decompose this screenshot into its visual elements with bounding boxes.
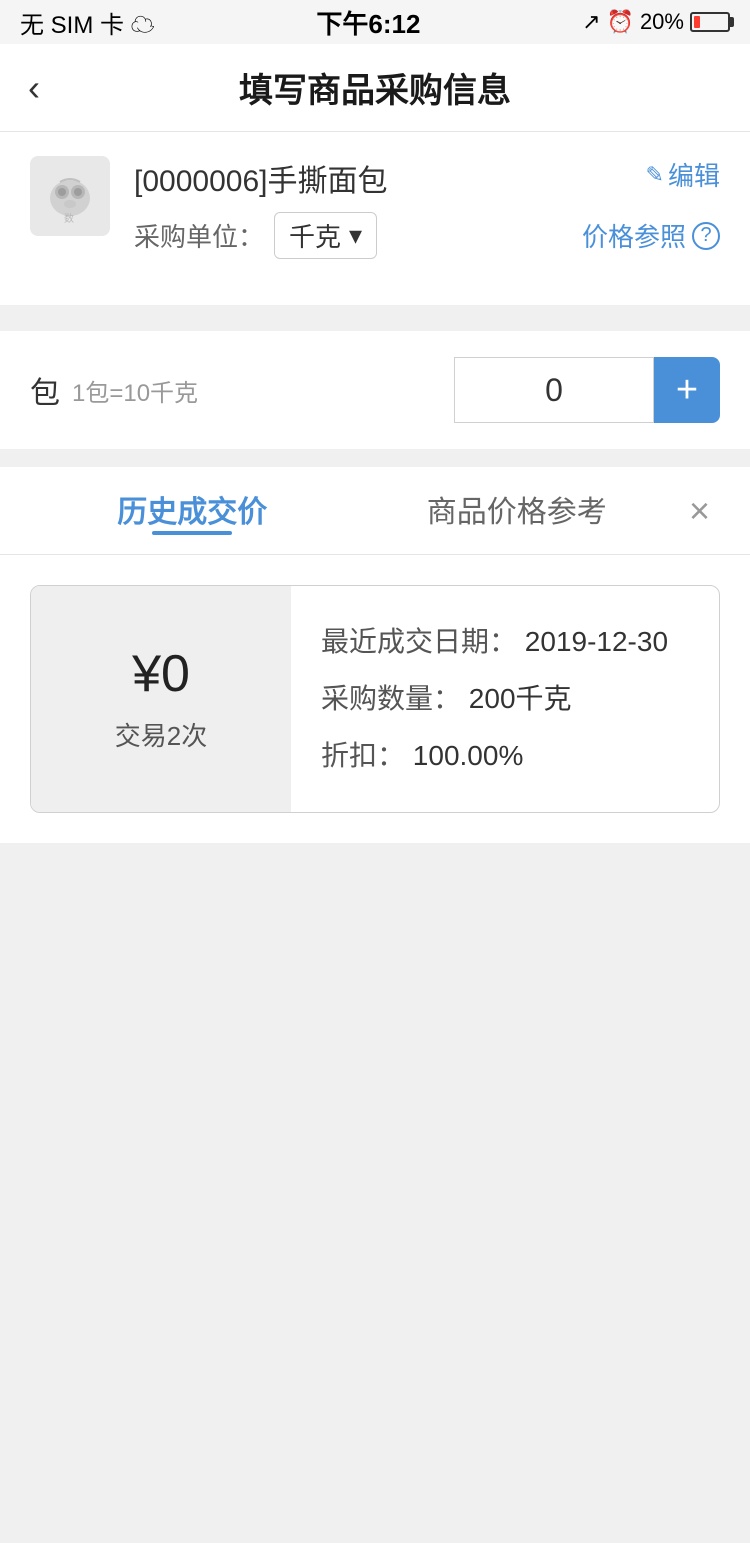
tab-product-label: 商品价格参考 (427, 496, 607, 529)
back-button[interactable]: ‹ (28, 67, 40, 109)
quantity-row: 包 1包=10千克 0 + (0, 331, 750, 449)
product-info: [0000006]手撕面包 ✎ 编辑 采购单位： 千克 ▾ (134, 156, 720, 259)
edit-button[interactable]: ✎ 编辑 (646, 156, 720, 193)
quantity-section: 包 1包=10千克 0 + (0, 323, 750, 449)
quantity-unit-label: 包 (30, 368, 60, 412)
recent-date-label: 最近成交日期： (321, 626, 517, 657)
edit-icon: ✎ (646, 162, 664, 188)
product-header: 数 [0000006]手撕面包 ✎ 编辑 采购单位： 千克 (30, 156, 720, 259)
quantity-unit-group: 包 1包=10千克 (30, 368, 198, 412)
battery-fill (694, 16, 700, 28)
svg-text:数: 数 (64, 212, 74, 225)
unit-selector-group: 采购单位： 千克 ▾ (134, 212, 377, 259)
help-icon: ? (692, 222, 720, 250)
unit-dropdown-arrow: ▾ (349, 220, 362, 251)
tab-history-price[interactable]: 历史成交价 (30, 487, 354, 535)
battery-percent: 20% (640, 9, 684, 35)
status-time: 下午6:12 (316, 4, 420, 41)
edit-label: 编辑 (668, 156, 720, 193)
nav-bar: ‹ 填写商品采购信息 (0, 44, 750, 132)
discount-label: 折扣： (321, 740, 405, 771)
discount-value: 100.00% (413, 740, 524, 771)
content: 数 [0000006]手撕面包 ✎ 编辑 采购单位： 千克 (0, 132, 750, 1543)
tabs-close-button[interactable]: × (679, 490, 720, 532)
discount-row: 折扣： 100.00% (321, 736, 689, 775)
purchase-quantity-row: 采购数量： 200千克 (321, 679, 689, 718)
owl-logo-icon: 数 (40, 166, 100, 226)
price-card-left: ¥0 交易2次 (31, 586, 291, 812)
quantity-plus-button[interactable]: + (654, 357, 720, 423)
quantity-sub-label: 1包=10千克 (72, 373, 198, 408)
price-card: ¥0 交易2次 最近成交日期： 2019-12-30 采购数量： 200千克 折… (30, 585, 720, 813)
price-ref-label: 价格参照 (582, 217, 686, 254)
quantity-label: 采购数量： (321, 683, 461, 714)
unit-label: 采购单位： (134, 217, 264, 254)
recent-date-row: 最近成交日期： 2019-12-30 (321, 622, 689, 661)
tab-underline (152, 531, 232, 535)
price-amount: ¥0 (132, 644, 190, 704)
price-ref-button[interactable]: 价格参照 ? (582, 217, 720, 254)
unit-value: 千克 (289, 217, 341, 254)
quantity-controls: 0 + (454, 357, 720, 423)
status-right: ↗ ⏰ 20% (582, 9, 730, 35)
quantity-value-display: 200千克 (469, 683, 572, 714)
price-history-content: ¥0 交易2次 最近成交日期： 2019-12-30 采购数量： 200千克 折… (0, 555, 750, 843)
location-icon: ↗ (582, 9, 600, 35)
product-thumbnail: 数 (30, 156, 110, 236)
page-title: 填写商品采购信息 (239, 63, 511, 112)
quantity-value: 0 (545, 372, 563, 409)
battery-icon (690, 12, 730, 32)
status-bar: 无 SIM 卡 ☁ 下午6:12 ↗ ⏰ 20% (0, 0, 750, 44)
product-name: [0000006]手撕面包 (134, 156, 387, 200)
tabs-section: 历史成交价 商品价格参考 × ¥0 交易2次 最近成交日期： 2019-12-3… (0, 467, 750, 843)
alarm-icon: ⏰ (607, 9, 634, 35)
quantity-input[interactable]: 0 (454, 357, 654, 423)
price-card-right: 最近成交日期： 2019-12-30 采购数量： 200千克 折扣： 100.0… (291, 586, 719, 812)
product-header-inner: [0000006]手撕面包 ✎ 编辑 (134, 156, 720, 208)
product-card: 数 [0000006]手撕面包 ✎ 编辑 采购单位： 千克 (0, 132, 750, 305)
tabs-header: 历史成交价 商品价格参考 × (0, 467, 750, 555)
status-left: 无 SIM 卡 ☁ (20, 5, 155, 40)
sim-wifi-label: 无 SIM 卡 ☁ (20, 5, 155, 40)
unit-select[interactable]: 千克 ▾ (274, 212, 377, 259)
recent-date-value: 2019-12-30 (525, 626, 668, 657)
price-trade-count: 交易2次 (115, 716, 207, 753)
tab-product-price[interactable]: 商品价格参考 (354, 487, 678, 535)
main-bg (0, 843, 750, 1543)
tab-history-label: 历史成交价 (117, 496, 267, 529)
product-unit-row: 采购单位： 千克 ▾ 价格参照 ? (134, 212, 720, 259)
